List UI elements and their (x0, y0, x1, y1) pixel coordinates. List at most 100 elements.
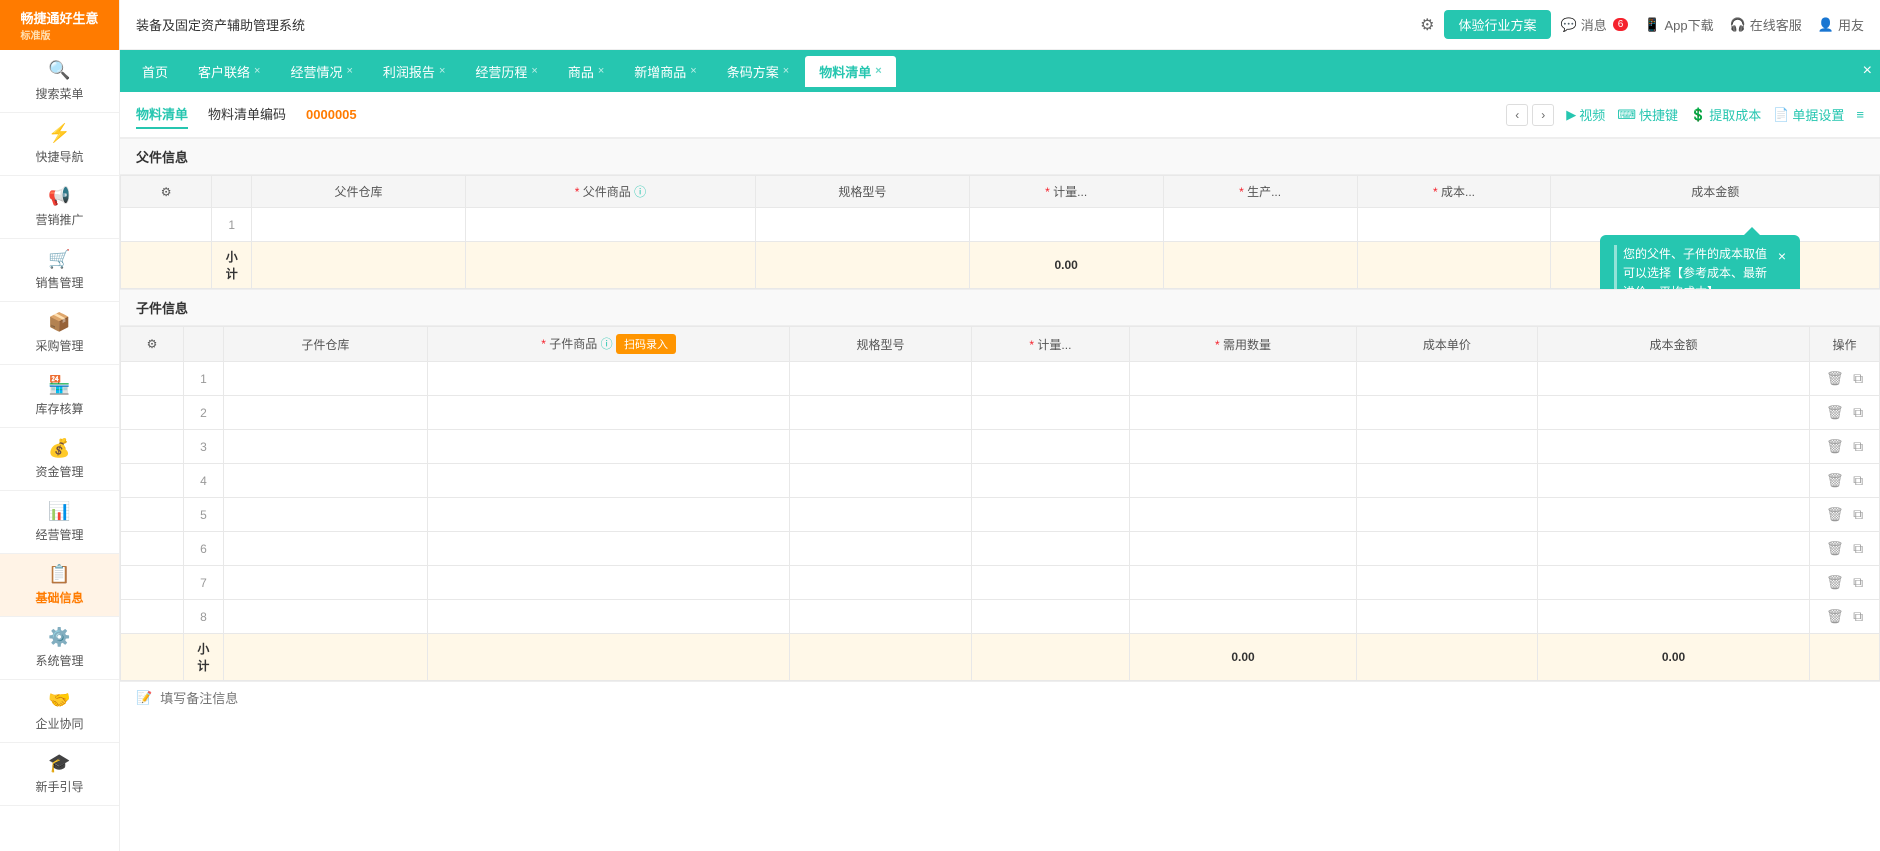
child-row-7-spec[interactable] (790, 566, 971, 600)
child-row-7-product[interactable] (427, 566, 790, 600)
parent-col-settings[interactable]: ⚙ (121, 176, 212, 208)
child-row-6-spec[interactable] (790, 532, 971, 566)
parent-row-1-cost[interactable] (1357, 208, 1551, 242)
child-row-8-product[interactable] (427, 600, 790, 634)
child-row-1-delete[interactable]: 🗑 (1826, 370, 1844, 386)
child-row-4-delete[interactable]: 🗑 (1826, 472, 1844, 488)
child-row-5-spec[interactable] (790, 498, 971, 532)
child-row-2-unit[interactable] (971, 396, 1130, 430)
child-row-8-spec[interactable] (790, 600, 971, 634)
user-action[interactable]: 👤 用友 (1818, 15, 1864, 34)
tab-products-close[interactable]: × (598, 65, 604, 77)
tab-history-close[interactable]: × (531, 65, 537, 77)
child-row-3-spec[interactable] (790, 430, 971, 464)
sidebar-item-marketing[interactable]: 📢 营销推广 (0, 176, 119, 239)
child-row-6-warehouse[interactable] (223, 532, 427, 566)
tab-bom-close[interactable]: × (875, 65, 881, 77)
child-row-2-product[interactable] (427, 396, 790, 430)
child-row-1-warehouse[interactable] (223, 362, 427, 396)
view-toggle-icon[interactable]: ≡ (1856, 107, 1864, 122)
view-action[interactable]: ▶ 视频 (1566, 105, 1605, 124)
child-row-1-quantity[interactable] (1130, 362, 1357, 396)
sub-tab-bom-list[interactable]: 物料清单 (136, 100, 188, 129)
child-row-8-quantity[interactable] (1130, 600, 1357, 634)
child-row-3-warehouse[interactable] (223, 430, 427, 464)
tab-customers[interactable]: 客户联络 × (184, 56, 274, 87)
child-row-3-unit-cost[interactable] (1356, 430, 1537, 464)
child-row-6-unit-cost[interactable] (1356, 532, 1537, 566)
online-service-action[interactable]: 🎧 在线客服 (1730, 15, 1802, 34)
child-row-7-delete[interactable]: 🗑 (1826, 574, 1844, 590)
child-row-8-delete[interactable]: 🗑 (1826, 608, 1844, 624)
parent-row-1-warehouse[interactable] (252, 208, 466, 242)
sidebar-item-system[interactable]: ⚙️ 系统管理 (0, 617, 119, 680)
tab-profit[interactable]: 利润报告 × (369, 56, 459, 87)
child-row-2-copy[interactable]: ⧉ (1853, 404, 1863, 420)
child-row-1-spec[interactable] (790, 362, 971, 396)
tab-barcode-close[interactable]: × (783, 65, 789, 77)
child-row-5-warehouse[interactable] (223, 498, 427, 532)
sidebar-item-sales[interactable]: 🛒 销售管理 (0, 239, 119, 302)
tab-newproduct[interactable]: 新增商品 × (620, 56, 710, 87)
child-row-3-product[interactable] (427, 430, 790, 464)
child-row-8-unit[interactable] (971, 600, 1130, 634)
child-row-5-delete[interactable]: 🗑 (1826, 506, 1844, 522)
child-row-5-copy[interactable]: ⧉ (1853, 506, 1863, 522)
child-row-6-product[interactable] (427, 532, 790, 566)
child-row-4-product[interactable] (427, 464, 790, 498)
child-row-1-unit[interactable] (971, 362, 1130, 396)
sidebar-item-finance[interactable]: 💰 资金管理 (0, 428, 119, 491)
parent-row-1-production[interactable] (1163, 208, 1357, 242)
child-row-8-unit-cost[interactable] (1356, 600, 1537, 634)
child-row-7-unit[interactable] (971, 566, 1130, 600)
parent-row-1-spec[interactable] (756, 208, 970, 242)
tab-customers-close[interactable]: × (254, 65, 260, 77)
child-row-4-copy[interactable]: ⧉ (1853, 472, 1863, 488)
prev-record-button[interactable]: ‹ (1506, 104, 1528, 126)
tooltip-close-button[interactable]: × (1778, 245, 1786, 267)
close-all-tabs-button[interactable]: × (1863, 62, 1872, 80)
next-record-button[interactable]: › (1532, 104, 1554, 126)
sidebar-item-collab[interactable]: 🤝 企业协同 (0, 680, 119, 743)
scan-input-button[interactable]: 扫码录入 (616, 334, 676, 354)
cost-action[interactable]: 💲 提取成本 (1690, 105, 1761, 124)
child-row-5-unit-cost[interactable] (1356, 498, 1537, 532)
child-row-4-unit[interactable] (971, 464, 1130, 498)
child-row-2-delete[interactable]: 🗑 (1826, 404, 1844, 420)
child-row-4-warehouse[interactable] (223, 464, 427, 498)
tab-operations-close[interactable]: × (346, 65, 352, 77)
child-row-7-quantity[interactable] (1130, 566, 1357, 600)
child-row-6-delete[interactable]: 🗑 (1826, 540, 1844, 556)
app-download-action[interactable]: 📱 App下载 (1644, 15, 1713, 34)
tab-products[interactable]: 商品 × (554, 56, 618, 87)
trial-button[interactable]: 体验行业方案 (1444, 10, 1550, 39)
sidebar-item-operations[interactable]: 📊 经营管理 (0, 491, 119, 554)
child-row-7-copy[interactable]: ⧉ (1853, 574, 1863, 590)
child-row-2-spec[interactable] (790, 396, 971, 430)
child-row-5-product[interactable] (427, 498, 790, 532)
tab-barcode[interactable]: 条码方案 × (713, 56, 803, 87)
child-row-2-warehouse[interactable] (223, 396, 427, 430)
child-row-1-unit-cost[interactable] (1356, 362, 1537, 396)
child-row-3-delete[interactable]: 🗑 (1826, 438, 1844, 454)
sub-tab-bom-code[interactable]: 物料清单编码 (208, 100, 286, 129)
child-row-8-copy[interactable]: ⧉ (1853, 608, 1863, 624)
child-row-7-warehouse[interactable] (223, 566, 427, 600)
sidebar-item-purchase[interactable]: 📦 采购管理 (0, 302, 119, 365)
sidebar-item-basic[interactable]: 📋 基础信息 (0, 554, 119, 617)
tab-history[interactable]: 经营历程 × (461, 56, 551, 87)
tab-newproduct-close[interactable]: × (690, 65, 696, 77)
child-row-3-quantity[interactable] (1130, 430, 1357, 464)
tab-operations[interactable]: 经营情况 × (276, 56, 366, 87)
parent-row-1-product[interactable] (465, 208, 755, 242)
child-row-8-warehouse[interactable] (223, 600, 427, 634)
child-row-4-unit-cost[interactable] (1356, 464, 1537, 498)
settings-action[interactable]: 📄 单据设置 (1773, 105, 1844, 124)
child-row-1-product[interactable] (427, 362, 790, 396)
child-row-5-quantity[interactable] (1130, 498, 1357, 532)
child-row-6-copy[interactable]: ⧉ (1853, 540, 1863, 556)
sidebar-item-quicknav[interactable]: ⚡ 快捷导航 (0, 113, 119, 176)
child-row-2-unit-cost[interactable] (1356, 396, 1537, 430)
child-row-6-quantity[interactable] (1130, 532, 1357, 566)
message-action[interactable]: 💬 消息 6 (1561, 15, 1629, 34)
